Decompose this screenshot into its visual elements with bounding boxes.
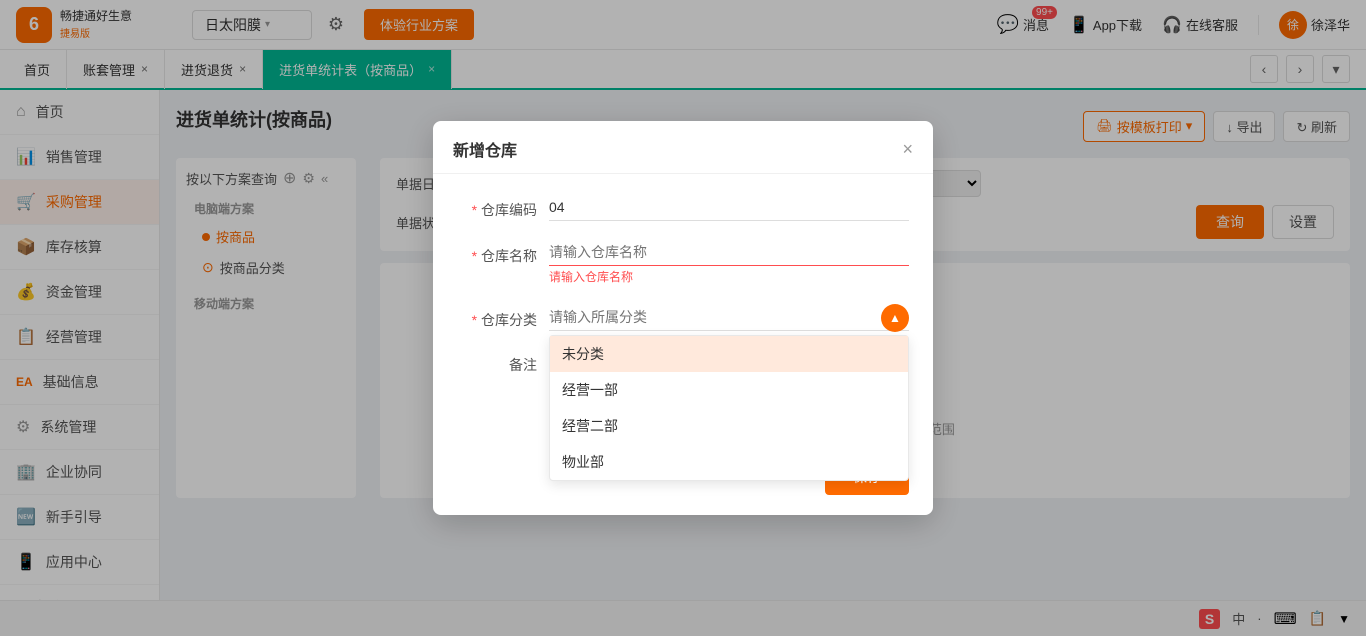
name-error-msg: 请输入仓库名称 [549,270,633,284]
modal-title: 新增仓库 [453,137,517,161]
code-row: * 仓库编码 [457,194,909,221]
dropdown-item-dept1[interactable]: 经营一部 [550,372,908,408]
name-label: * 仓库名称 [457,240,537,266]
category-dropdown: 未分类 经营一部 经营二部 物业部 [549,335,909,481]
name-row: * 仓库名称 请输入仓库名称 [457,239,909,286]
category-required: * [472,312,481,328]
dropdown-item-unclassified[interactable]: 未分类 [550,336,908,372]
modal-body: * 仓库编码 * 仓库名称 请输入仓库名称 [433,174,933,447]
code-label: * 仓库编码 [457,194,537,220]
modal-overlay[interactable]: 新增仓库 × * 仓库编码 * 仓库名称 [0,0,1366,636]
dropdown-item-dept3[interactable]: 物业部 [550,444,908,480]
category-dropdown-arrow[interactable]: ▲ [881,304,909,332]
modal-close-button[interactable]: × [902,140,913,158]
code-input[interactable] [549,194,909,221]
name-required: * [472,248,481,264]
category-row: * 仓库分类 ▲ 未分类 经营一部 经营二部 物业部 [457,304,909,331]
modal-header: 新增仓库 × [433,121,933,174]
remark-label: 备注 [457,349,537,375]
name-input[interactable] [549,239,909,266]
code-required: * [472,202,481,218]
modal-dialog: 新增仓库 × * 仓库编码 * 仓库名称 [433,121,933,515]
category-input[interactable] [549,304,909,331]
category-label: * 仓库分类 [457,304,537,330]
dropdown-item-dept2[interactable]: 经营二部 [550,408,908,444]
category-wrapper: ▲ 未分类 经营一部 经营二部 物业部 [549,304,909,331]
